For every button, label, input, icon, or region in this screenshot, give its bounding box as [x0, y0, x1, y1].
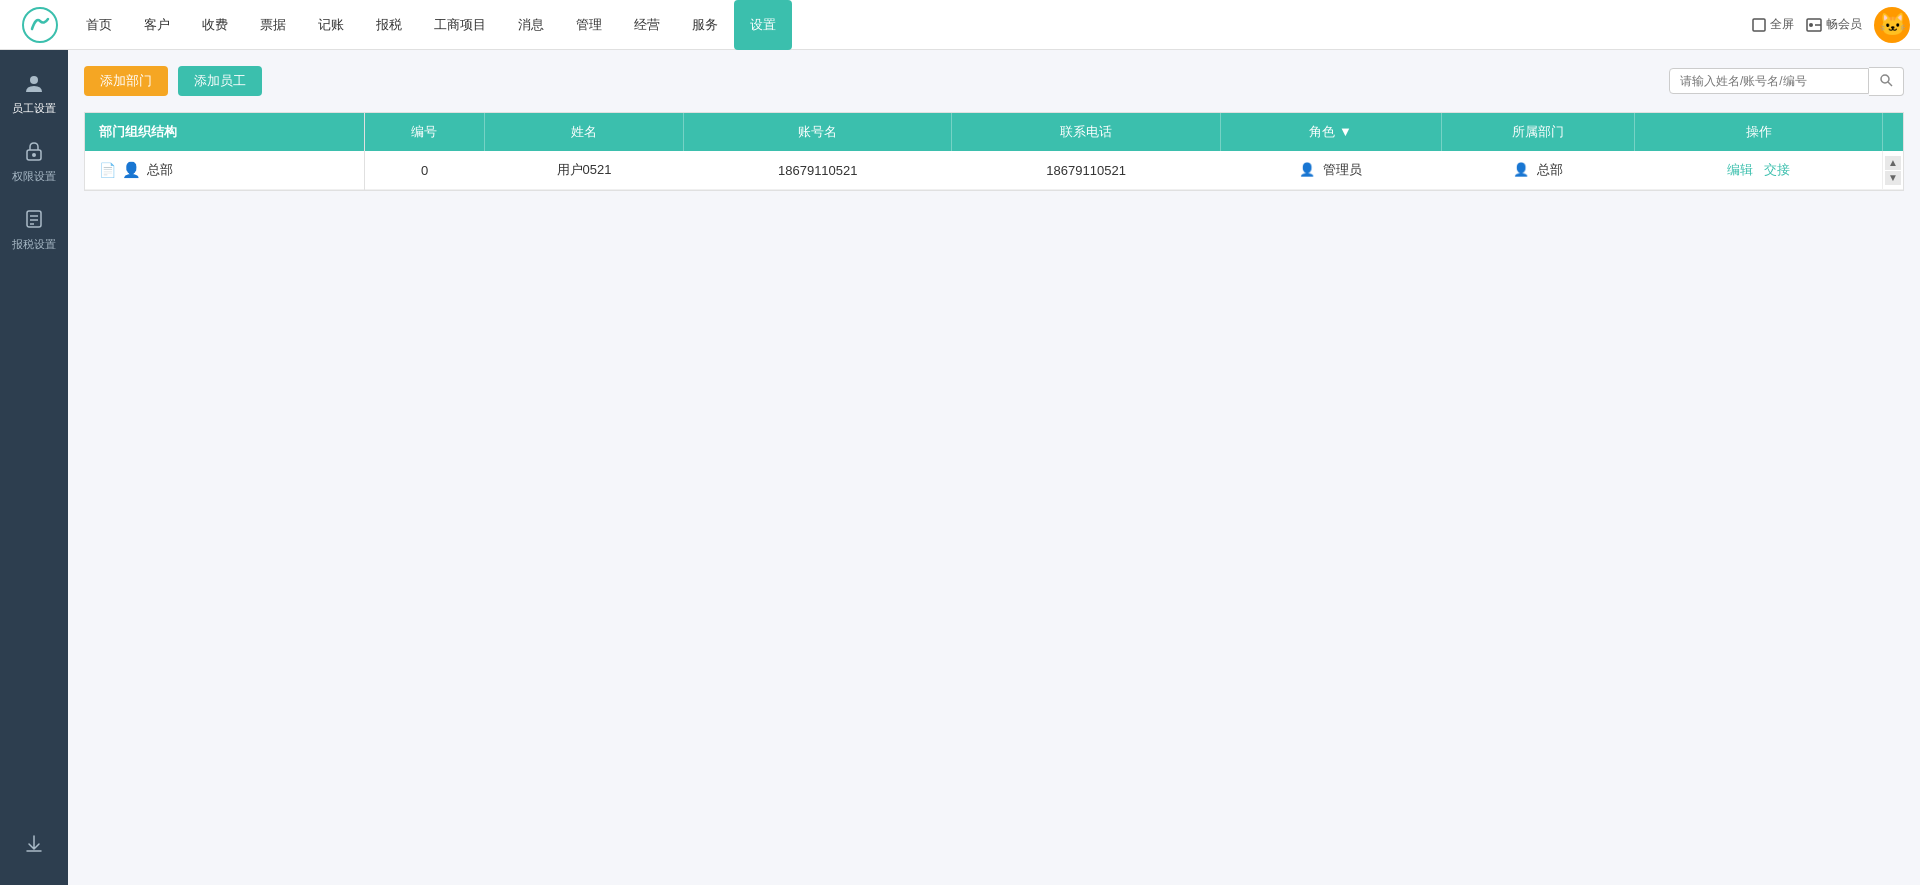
nav-operation[interactable]: 经营 — [618, 0, 676, 50]
fullscreen-label: 全屏 — [1770, 16, 1794, 33]
row-scroll-cell: ▲ ▼ — [1883, 151, 1904, 190]
svg-point-4 — [30, 76, 38, 84]
sidebar-item-permission[interactable]: 权限设置 — [0, 128, 68, 196]
employee-icon — [23, 72, 45, 97]
nav-business[interactable]: 工商项目 — [418, 0, 502, 50]
col-dept: 所属部门 — [1441, 113, 1635, 151]
sidebar: 员工设置 权限设置 报税设置 — [0, 50, 68, 885]
logo — [10, 7, 70, 43]
cell-name: 用户0521 — [484, 151, 683, 190]
edit-link[interactable]: 编辑 — [1727, 162, 1753, 177]
svg-point-6 — [32, 153, 36, 157]
action-bar: 添加部门 添加员工 — [84, 66, 1904, 96]
top-right-actions: 全屏 畅会员 🐱 — [1752, 7, 1910, 43]
sidebar-bottom-section — [19, 820, 49, 869]
nav-client[interactable]: 客户 — [128, 0, 186, 50]
col-name: 姓名 — [484, 113, 683, 151]
sidebar-permission-label: 权限设置 — [12, 169, 56, 184]
cell-account: 18679110521 — [684, 151, 952, 190]
scroll-down-btn[interactable]: ▼ — [1885, 171, 1901, 185]
cell-role: 👤 管理员 — [1220, 151, 1441, 190]
col-account: 账号名 — [684, 113, 952, 151]
employee-table: 编号 姓名 账号名 联系电话 角色 ▼ 所属部门 操作 0 用户0521 18 — [365, 113, 1903, 190]
dept-tree-panel: 部门组织结构 📄 👤 总部 — [85, 113, 365, 190]
svg-point-8 — [1881, 75, 1889, 83]
nav-account[interactable]: 记账 — [302, 0, 360, 50]
nav-items: 首页 客户 收费 票据 记账 报税 工商项目 消息 管理 经营 服务 设置 — [70, 0, 1752, 50]
nav-service[interactable]: 服务 — [676, 0, 734, 50]
vip-button[interactable]: 畅会员 — [1806, 16, 1862, 33]
nav-settings[interactable]: 设置 — [734, 0, 792, 50]
svg-point-3 — [1809, 23, 1813, 27]
taxsettings-icon — [23, 208, 45, 233]
download-icon — [23, 832, 45, 857]
nav-fee[interactable]: 收费 — [186, 0, 244, 50]
file-icon: 📄 — [99, 162, 116, 178]
nav-manage[interactable]: 管理 — [560, 0, 618, 50]
sidebar-download[interactable] — [19, 820, 49, 869]
nav-home[interactable]: 首页 — [70, 0, 128, 50]
top-nav: 首页 客户 收费 票据 记账 报税 工商项目 消息 管理 经营 服务 设置 全屏… — [0, 0, 1920, 50]
dept-user-icon: 👤 — [122, 161, 141, 179]
scroll-up-btn[interactable]: ▲ — [1885, 156, 1901, 170]
sidebar-item-employee[interactable]: 员工设置 — [0, 60, 68, 128]
svg-rect-1 — [1753, 19, 1765, 31]
col-actions: 操作 — [1635, 113, 1883, 151]
search-button[interactable] — [1869, 67, 1904, 96]
col-scroll — [1883, 113, 1904, 151]
col-phone: 联系电话 — [952, 113, 1220, 151]
col-role[interactable]: 角色 ▼ — [1220, 113, 1441, 151]
dept-user-icon: 👤 — [1513, 162, 1529, 177]
add-staff-button[interactable]: 添加员工 — [178, 66, 262, 96]
dept-name: 总部 — [147, 161, 173, 179]
employee-table-panel: 编号 姓名 账号名 联系电话 角色 ▼ 所属部门 操作 0 用户0521 18 — [365, 113, 1903, 190]
nav-message[interactable]: 消息 — [502, 0, 560, 50]
content-area: 部门组织结构 📄 👤 总部 编号 姓名 账号名 联系电话 角色 ▼ 所属部门 — [84, 112, 1904, 191]
role-value: 管理员 — [1323, 162, 1362, 177]
dept-tree-item-root[interactable]: 📄 👤 总部 — [85, 151, 364, 190]
main-content: 添加部门 添加员工 部门组织结构 📄 👤 总部 — [68, 50, 1920, 885]
cell-actions: 编辑 交接 — [1635, 151, 1883, 190]
avatar[interactable]: 🐱 — [1874, 7, 1910, 43]
table-row: 0 用户0521 18679110521 18679110521 👤 管理员 👤… — [365, 151, 1903, 190]
sidebar-item-taxsettings[interactable]: 报税设置 — [0, 196, 68, 264]
cell-phone: 18679110521 — [952, 151, 1220, 190]
dept-tree-header: 部门组织结构 — [85, 113, 364, 151]
cell-dept: 👤 总部 — [1441, 151, 1635, 190]
sidebar-taxsettings-label: 报税设置 — [12, 237, 56, 252]
sidebar-employee-label: 员工设置 — [12, 101, 56, 116]
dept-value: 总部 — [1537, 162, 1563, 177]
nav-tax[interactable]: 报税 — [360, 0, 418, 50]
vip-label: 畅会员 — [1826, 16, 1862, 33]
cell-id: 0 — [365, 151, 484, 190]
handover-link[interactable]: 交接 — [1764, 162, 1790, 177]
svg-point-0 — [23, 8, 57, 42]
add-dept-button[interactable]: 添加部门 — [84, 66, 168, 96]
search-container — [1669, 67, 1904, 96]
nav-bill[interactable]: 票据 — [244, 0, 302, 50]
search-input[interactable] — [1669, 68, 1869, 94]
role-user-icon: 👤 — [1299, 162, 1315, 177]
permission-icon — [23, 140, 45, 165]
fullscreen-button[interactable]: 全屏 — [1752, 16, 1794, 33]
col-id: 编号 — [365, 113, 484, 151]
